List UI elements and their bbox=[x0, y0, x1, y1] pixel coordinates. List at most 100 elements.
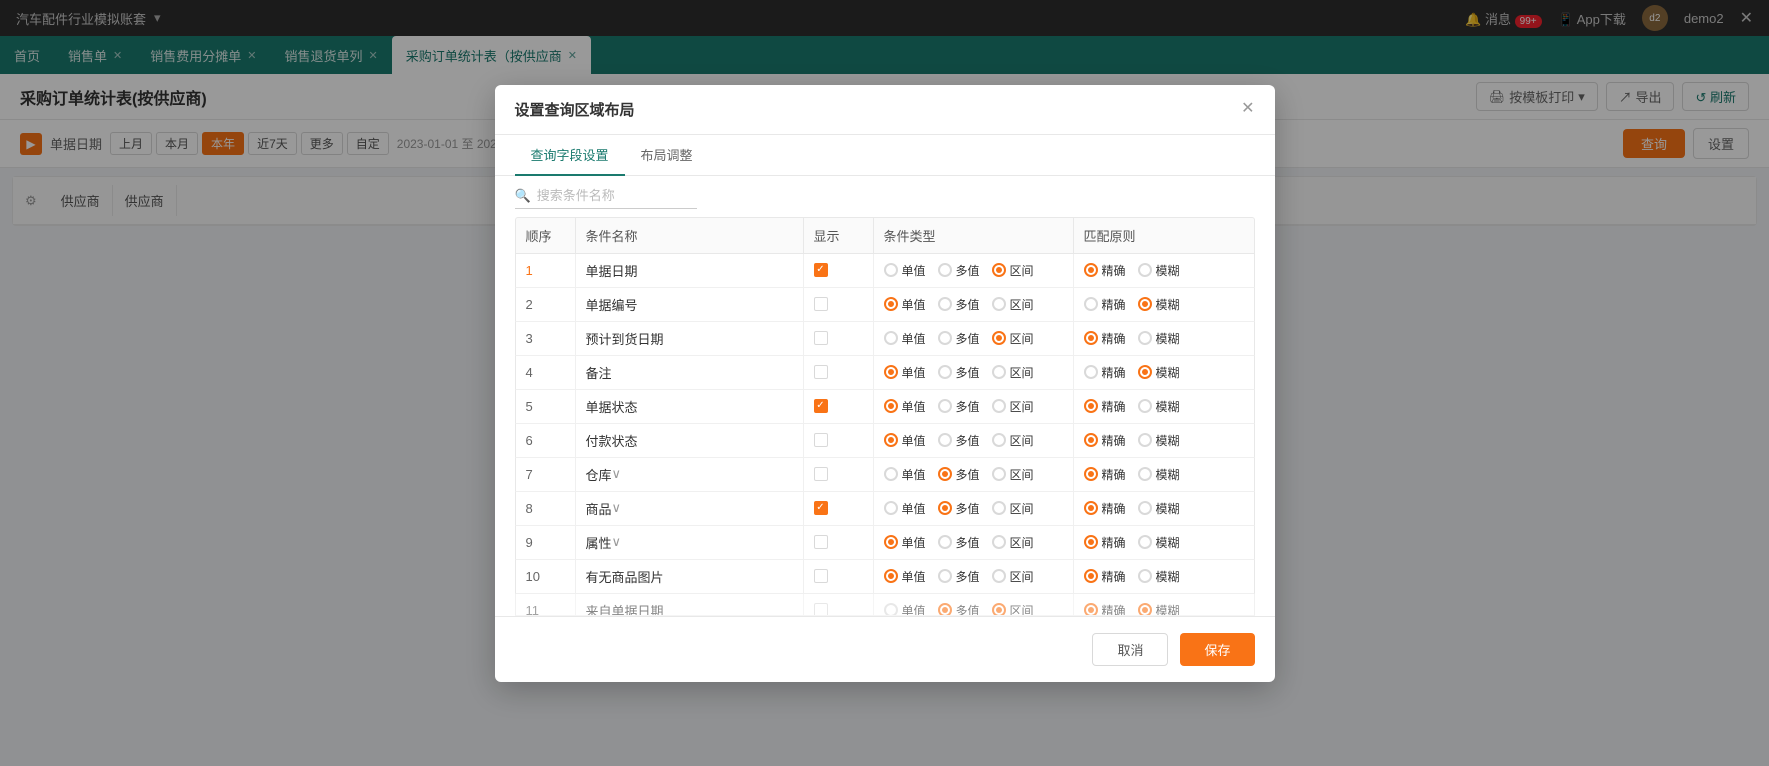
td-name-3: 预计到货日期 bbox=[576, 322, 804, 355]
table-row: 11 来自单据日期 单值 多值 bbox=[515, 594, 1255, 616]
td-match-10: 精确 模糊 bbox=[1074, 560, 1254, 593]
table-row: 10 有无商品图片 单值 多值 bbox=[515, 560, 1255, 594]
checkbox-9[interactable] bbox=[814, 535, 828, 549]
type-radio-group-1: 单值 多值 区间 bbox=[884, 262, 1034, 279]
type-radio-group-2: 单值 多值 区间 bbox=[884, 296, 1034, 313]
checkbox-1[interactable] bbox=[814, 263, 828, 277]
td-match-5: 精确 模糊 bbox=[1074, 390, 1254, 423]
td-type-1: 单值 多值 区间 bbox=[874, 254, 1074, 287]
radio-fuzzy-2 bbox=[1138, 297, 1152, 311]
search-icon: 🔍 bbox=[515, 188, 531, 204]
checkbox-5[interactable] bbox=[814, 399, 828, 413]
table-row: 9 属性 ∨ 单值 多值 bbox=[515, 526, 1255, 560]
td-display-11 bbox=[804, 594, 874, 616]
td-name-6: 付款状态 bbox=[576, 424, 804, 457]
search-input[interactable] bbox=[537, 188, 697, 203]
match-fuzzy-2[interactable]: 模糊 bbox=[1138, 296, 1180, 313]
checkbox-7[interactable] bbox=[814, 467, 828, 481]
modal-table-header: 顺序 条件名称 显示 条件类型 匹配原则 bbox=[515, 217, 1255, 254]
save-button[interactable]: 保存 bbox=[1180, 633, 1254, 666]
type-radio-group-3: 单值 多值 区间 bbox=[884, 330, 1034, 347]
td-display-9[interactable] bbox=[804, 526, 874, 559]
type-single-1[interactable]: 单值 bbox=[884, 262, 926, 279]
match-fuzzy-1[interactable]: 模糊 bbox=[1138, 262, 1180, 279]
td-display-8[interactable] bbox=[804, 492, 874, 525]
radio-exact-2 bbox=[1084, 297, 1098, 311]
modal-close-button[interactable]: ✕ bbox=[1241, 101, 1254, 117]
table-row: 8 商品 ∨ 单值 多值 bbox=[515, 492, 1255, 526]
td-order-6: 6 bbox=[516, 424, 576, 457]
td-name-1: 单据日期 bbox=[576, 254, 804, 287]
checkbox-6[interactable] bbox=[814, 433, 828, 447]
table-row: 3 预计到货日期 单值 多值 bbox=[515, 322, 1255, 356]
type-multi-2[interactable]: 多值 bbox=[938, 296, 980, 313]
radio-range-1 bbox=[992, 263, 1006, 277]
type-multi-1[interactable]: 多值 bbox=[938, 262, 980, 279]
th-match: 匹配原则 bbox=[1074, 218, 1254, 253]
match-exact-2[interactable]: 精确 bbox=[1084, 296, 1126, 313]
td-type-7: 单值 多值 区间 bbox=[874, 458, 1074, 491]
radio-single-1 bbox=[884, 263, 898, 277]
radio-multi-1 bbox=[938, 263, 952, 277]
modal-search-area: 🔍 bbox=[495, 176, 1275, 209]
settings-modal: 设置查询区域布局 ✕ 查询字段设置 布局调整 🔍 顺序 条件名称 显示 bbox=[495, 85, 1275, 682]
td-display-2[interactable] bbox=[804, 288, 874, 321]
td-display-3[interactable] bbox=[804, 322, 874, 355]
checkbox-10[interactable] bbox=[814, 569, 828, 583]
td-match-4: 精确 模糊 bbox=[1074, 356, 1254, 389]
table-row: 6 付款状态 单值 多值 bbox=[515, 424, 1255, 458]
td-display-6[interactable] bbox=[804, 424, 874, 457]
td-display-7[interactable] bbox=[804, 458, 874, 491]
td-type-9: 单值 多值 区间 bbox=[874, 526, 1074, 559]
table-row: 7 仓库 ∨ 单值 多值 bbox=[515, 458, 1255, 492]
td-order-10: 10 bbox=[516, 560, 576, 593]
radio-multi-2 bbox=[938, 297, 952, 311]
td-type-10: 单值 多值 区间 bbox=[874, 560, 1074, 593]
match-exact-1[interactable]: 精确 bbox=[1084, 262, 1126, 279]
type-single-2[interactable]: 单值 bbox=[884, 296, 926, 313]
td-name-7: 仓库 ∨ bbox=[576, 458, 804, 491]
td-name-9: 属性 ∨ bbox=[576, 526, 804, 559]
td-display-1[interactable] bbox=[804, 254, 874, 287]
modal-table: 顺序 条件名称 显示 条件类型 匹配原则 1 单据日期 单值 bbox=[495, 217, 1275, 616]
td-display-10[interactable] bbox=[804, 560, 874, 593]
td-order-4: 4 bbox=[516, 356, 576, 389]
td-match-7: 精确 模糊 bbox=[1074, 458, 1254, 491]
td-display-5[interactable] bbox=[804, 390, 874, 423]
td-order-5: 5 bbox=[516, 390, 576, 423]
modal-tab-layout[interactable]: 布局调整 bbox=[625, 135, 709, 176]
radio-fuzzy-1 bbox=[1138, 263, 1152, 277]
td-name-4: 备注 bbox=[576, 356, 804, 389]
td-type-6: 单值 多值 区间 bbox=[874, 424, 1074, 457]
modal-overlay: 设置查询区域布局 ✕ 查询字段设置 布局调整 🔍 顺序 条件名称 显示 bbox=[0, 0, 1769, 766]
td-name-11: 来自单据日期 bbox=[576, 594, 804, 616]
type-range-1[interactable]: 区间 bbox=[992, 262, 1034, 279]
radio-range-2 bbox=[992, 297, 1006, 311]
checkbox-2[interactable] bbox=[814, 297, 828, 311]
match-radio-group-1: 精确 模糊 bbox=[1084, 262, 1180, 279]
td-display-4[interactable] bbox=[804, 356, 874, 389]
th-name: 条件名称 bbox=[576, 218, 804, 253]
checkbox-8[interactable] bbox=[814, 501, 828, 515]
td-order-9: 9 bbox=[516, 526, 576, 559]
checkbox-11[interactable] bbox=[814, 603, 828, 616]
td-match-3: 精确 模糊 bbox=[1074, 322, 1254, 355]
td-name-5: 单据状态 bbox=[576, 390, 804, 423]
checkbox-4[interactable] bbox=[814, 365, 828, 379]
td-type-3: 单值 多值 区间 bbox=[874, 322, 1074, 355]
radio-exact-1 bbox=[1084, 263, 1098, 277]
td-order-1: 1 bbox=[516, 254, 576, 287]
td-name-2: 单据编号 bbox=[576, 288, 804, 321]
td-match-1: 精确 模糊 bbox=[1074, 254, 1254, 287]
table-row: 1 单据日期 单值 多值 bbox=[515, 254, 1255, 288]
radio-single-2 bbox=[884, 297, 898, 311]
modal-footer: 取消 保存 bbox=[495, 616, 1275, 682]
table-row: 4 备注 单值 多值 bbox=[515, 356, 1255, 390]
type-range-2[interactable]: 区间 bbox=[992, 296, 1034, 313]
cancel-button[interactable]: 取消 bbox=[1092, 633, 1168, 666]
td-order-8: 8 bbox=[516, 492, 576, 525]
td-order-7: 7 bbox=[516, 458, 576, 491]
td-match-11: 精确 模糊 bbox=[1074, 594, 1254, 616]
modal-tab-fields[interactable]: 查询字段设置 bbox=[515, 135, 625, 176]
checkbox-3[interactable] bbox=[814, 331, 828, 345]
